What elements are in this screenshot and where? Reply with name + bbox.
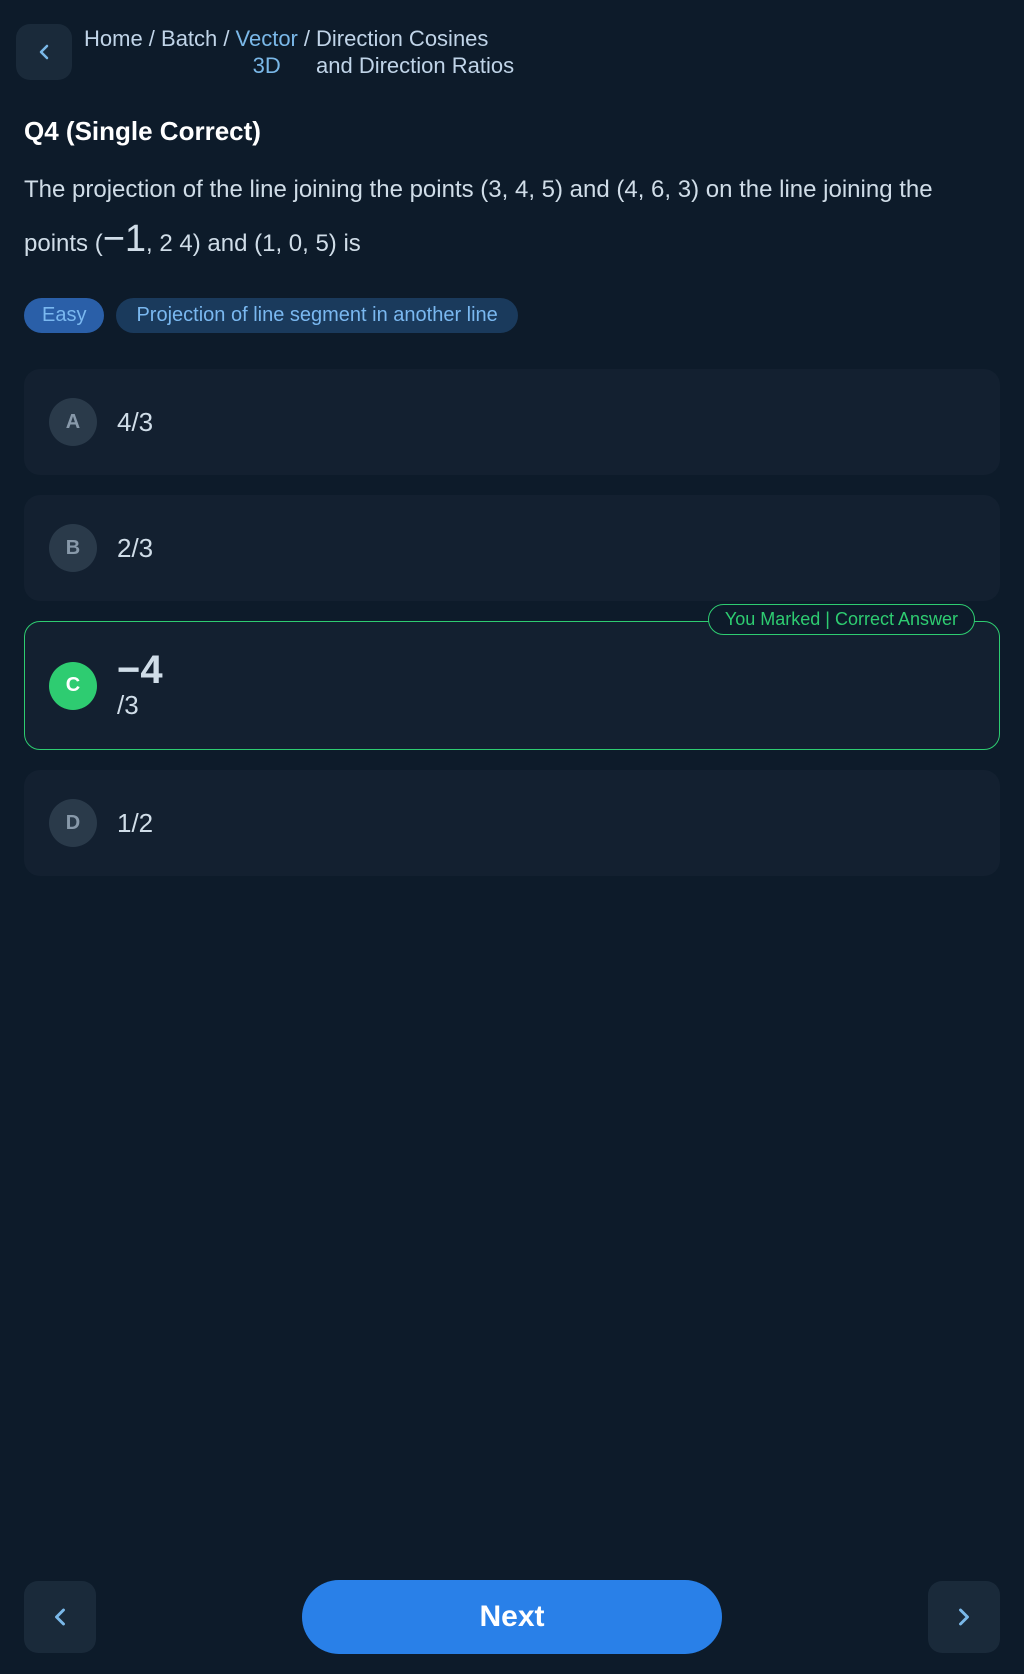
breadcrumb: Home / Batch / Vector 3D / Direction Cos… — [84, 25, 514, 79]
breadcrumb-subtopic-line2: and Direction Ratios — [316, 53, 514, 79]
option-c-letter: C — [49, 662, 97, 710]
option-d-card[interactable]: D 1/2 — [24, 770, 1000, 876]
breadcrumb-home: Home / Batch / — [84, 25, 230, 54]
breadcrumb-topic-line2: 3D — [253, 53, 281, 79]
breadcrumb-subtopic-line1: Direction Cosines — [316, 26, 488, 52]
option-c-value: −4 /3 — [117, 650, 163, 721]
option-b-letter: B — [49, 524, 97, 572]
correct-badge: You Marked | Correct Answer — [708, 604, 975, 635]
option-c-denominator: /3 — [117, 690, 139, 721]
prev-button[interactable] — [24, 1581, 96, 1653]
header: Home / Batch / Vector 3D / Direction Cos… — [0, 0, 1024, 96]
option-c-numerator: −4 — [117, 650, 163, 690]
option-d-letter: D — [49, 799, 97, 847]
option-c-card[interactable]: You Marked | Correct Answer C −4 /3 — [24, 621, 1000, 750]
topic-tag: Projection of line segment in another li… — [116, 298, 517, 333]
option-a-card[interactable]: A 4/3 — [24, 369, 1000, 475]
question-text-part2: , 2 4) and (1, 0, 5) is — [146, 230, 361, 257]
option-d-value: 1/2 — [117, 808, 153, 839]
tags-row: Easy Projection of line segment in anoth… — [24, 298, 1000, 333]
option-a-value: 4/3 — [117, 407, 153, 438]
neg-one: −1 — [103, 218, 146, 260]
question-text: The projection of the line joining the p… — [24, 171, 1000, 270]
option-b-card[interactable]: B 2/3 — [24, 495, 1000, 601]
option-a-letter: A — [49, 398, 97, 446]
option-b-value: 2/3 — [117, 533, 153, 564]
difficulty-tag: Easy — [24, 298, 104, 333]
question-label: Q4 (Single Correct) — [24, 116, 1000, 147]
breadcrumb-separator: / — [304, 25, 310, 54]
breadcrumb-topic-line1: Vector — [236, 26, 298, 52]
next-button[interactable]: Next — [302, 1580, 722, 1654]
footer: Next — [0, 1560, 1024, 1674]
back-button[interactable] — [16, 24, 72, 80]
next-icon-button[interactable] — [928, 1581, 1000, 1653]
content-area: Q4 (Single Correct) The projection of th… — [0, 96, 1024, 1016]
